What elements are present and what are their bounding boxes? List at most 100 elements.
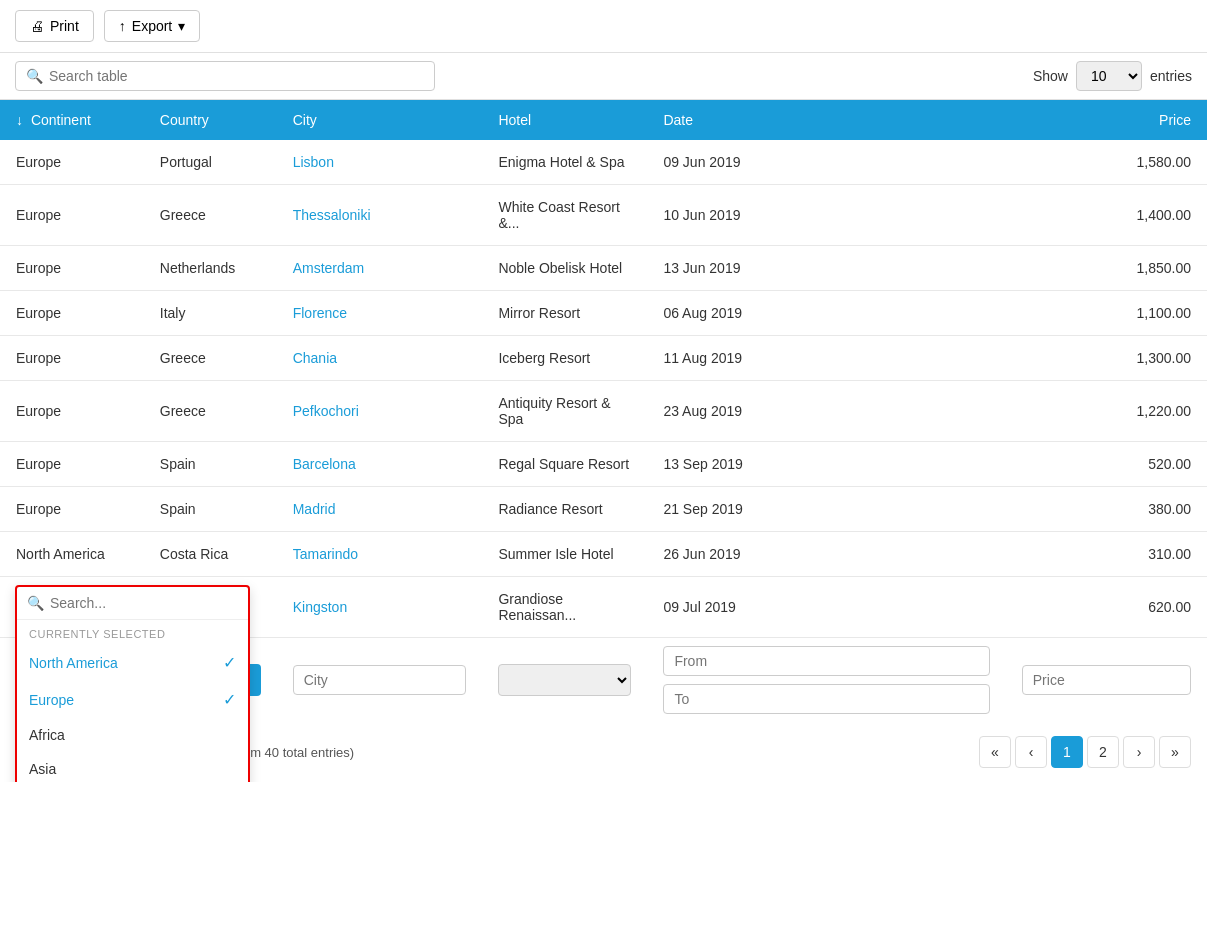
search-input[interactable] bbox=[49, 68, 424, 84]
cell-date: 21 Sep 2019 bbox=[647, 487, 1005, 532]
pagination-prev[interactable]: ‹ bbox=[1015, 736, 1047, 768]
continent-dropdown: 🔍 CURRENTLY SELECTED North America✓Europ… bbox=[15, 585, 250, 782]
entries-label: entries bbox=[1150, 68, 1192, 84]
cell-hotel: White Coast Resort &... bbox=[482, 185, 647, 246]
pagination-page-2[interactable]: 2 bbox=[1087, 736, 1119, 768]
cell-date: 23 Aug 2019 bbox=[647, 381, 1005, 442]
print-label: Print bbox=[50, 18, 79, 34]
cell-continent: Europe bbox=[0, 185, 144, 246]
dropdown-search-wrap: 🔍 bbox=[17, 587, 248, 620]
dropdown-search-icon: 🔍 bbox=[27, 595, 44, 611]
entries-per-page-select[interactable]: 10 25 50 100 bbox=[1076, 61, 1142, 91]
filter-city-cell bbox=[277, 638, 483, 723]
cell-hotel: Regal Square Resort bbox=[482, 442, 647, 487]
filter-price-cell bbox=[1006, 638, 1207, 723]
cell-continent: North America bbox=[0, 532, 144, 577]
cell-continent: Europe bbox=[0, 140, 144, 185]
pagination-first[interactable]: « bbox=[979, 736, 1011, 768]
date-from-input[interactable] bbox=[663, 646, 989, 676]
cell-city: Pefkochori bbox=[277, 381, 483, 442]
cell-price: 1,850.00 bbox=[1006, 246, 1207, 291]
table-row: Europe Portugal Lisbon Enigma Hotel & Sp… bbox=[0, 140, 1207, 185]
cell-city: Chania bbox=[277, 336, 483, 381]
cell-date: 13 Jun 2019 bbox=[647, 246, 1005, 291]
cell-date: 09 Jul 2019 bbox=[647, 577, 1005, 638]
header-continent[interactable]: ↓ Continent bbox=[0, 100, 144, 140]
header-city[interactable]: City bbox=[277, 100, 483, 140]
cell-country: Greece bbox=[144, 381, 277, 442]
cell-continent: Europe bbox=[0, 487, 144, 532]
export-dropdown-icon: ▾ bbox=[178, 18, 185, 34]
dropdown-item-label: Africa bbox=[29, 727, 65, 743]
pagination-next[interactable]: › bbox=[1123, 736, 1155, 768]
dropdown-search-input[interactable] bbox=[50, 595, 238, 611]
table-header-row: ↓ Continent Country City Hotel Date Pric… bbox=[0, 100, 1207, 140]
cell-price: 1,300.00 bbox=[1006, 336, 1207, 381]
cell-hotel: Iceberg Resort bbox=[482, 336, 647, 381]
table-row: Europe Netherlands Amsterdam Noble Obeli… bbox=[0, 246, 1207, 291]
cell-date: 06 Aug 2019 bbox=[647, 291, 1005, 336]
pagination: « ‹ 1 2 › » bbox=[979, 736, 1191, 768]
cell-country: Italy bbox=[144, 291, 277, 336]
dropdown-item[interactable]: Asia bbox=[17, 752, 248, 782]
cell-city: Barcelona bbox=[277, 442, 483, 487]
city-filter-input[interactable] bbox=[293, 665, 467, 695]
cell-date: 10 Jun 2019 bbox=[647, 185, 1005, 246]
table-row: Europe Greece Thessaloniki White Coast R… bbox=[0, 185, 1207, 246]
checkmark-icon: ✓ bbox=[223, 653, 236, 672]
cell-city: Thessaloniki bbox=[277, 185, 483, 246]
header-hotel[interactable]: Hotel bbox=[482, 100, 647, 140]
price-filter-input[interactable] bbox=[1022, 665, 1191, 695]
date-to-input[interactable] bbox=[663, 684, 989, 714]
cell-hotel: Summer Isle Hotel bbox=[482, 532, 647, 577]
cell-city: Tamarindo bbox=[277, 532, 483, 577]
table-row: Europe Greece Chania Iceberg Resort 11 A… bbox=[0, 336, 1207, 381]
cell-date: 13 Sep 2019 bbox=[647, 442, 1005, 487]
table-row: Europe Spain Madrid Radiance Resort 21 S… bbox=[0, 487, 1207, 532]
export-button[interactable]: ↑ Export ▾ bbox=[104, 10, 200, 42]
toolbar: 🖨 Print ↑ Export ▾ bbox=[0, 0, 1207, 53]
table-wrap: ↓ Continent Country City Hotel Date Pric… bbox=[0, 100, 1207, 722]
export-label: Export bbox=[132, 18, 172, 34]
dropdown-item-label: North America bbox=[29, 655, 118, 671]
cell-country: Spain bbox=[144, 487, 277, 532]
header-date[interactable]: Date bbox=[647, 100, 1005, 140]
cell-city: Kingston bbox=[277, 577, 483, 638]
hotel-filter-select[interactable] bbox=[498, 664, 631, 696]
cell-hotel: Radiance Resort bbox=[482, 487, 647, 532]
table-row: Europe Greece Pefkochori Antiquity Resor… bbox=[0, 381, 1207, 442]
cell-country: Costa Rica bbox=[144, 532, 277, 577]
table-row: Europe Italy Florence Mirror Resort 06 A… bbox=[0, 291, 1207, 336]
dropdown-item[interactable]: Europe✓ bbox=[17, 681, 248, 718]
cell-price: 1,400.00 bbox=[1006, 185, 1207, 246]
sort-icon: ↓ bbox=[16, 112, 23, 128]
search-bar: 🔍 Show 10 25 50 100 entries bbox=[0, 53, 1207, 100]
show-wrap: Show 10 25 50 100 entries bbox=[1033, 61, 1192, 91]
export-icon: ↑ bbox=[119, 18, 126, 34]
cell-price: 310.00 bbox=[1006, 532, 1207, 577]
pagination-page-1[interactable]: 1 bbox=[1051, 736, 1083, 768]
cell-city: Florence bbox=[277, 291, 483, 336]
cell-continent: Europe bbox=[0, 246, 144, 291]
dropdown-item-label: Asia bbox=[29, 761, 56, 777]
header-price[interactable]: Price bbox=[1006, 100, 1207, 140]
cell-date: 26 Jun 2019 bbox=[647, 532, 1005, 577]
cell-continent: Europe bbox=[0, 336, 144, 381]
cell-price: 380.00 bbox=[1006, 487, 1207, 532]
table-row: North America Costa Rica Tamarindo Summe… bbox=[0, 532, 1207, 577]
cell-price: 1,580.00 bbox=[1006, 140, 1207, 185]
print-button[interactable]: 🖨 Print bbox=[15, 10, 94, 42]
cell-price: 1,220.00 bbox=[1006, 381, 1207, 442]
header-country[interactable]: Country bbox=[144, 100, 277, 140]
cell-hotel: Antiquity Resort & Spa bbox=[482, 381, 647, 442]
show-label: Show bbox=[1033, 68, 1068, 84]
cell-price: 620.00 bbox=[1006, 577, 1207, 638]
cell-city: Lisbon bbox=[277, 140, 483, 185]
table-body: Europe Portugal Lisbon Enigma Hotel & Sp… bbox=[0, 140, 1207, 638]
dropdown-item[interactable]: North America ✓ bbox=[17, 644, 248, 681]
search-input-wrap[interactable]: 🔍 bbox=[15, 61, 435, 91]
cell-hotel: Enigma Hotel & Spa bbox=[482, 140, 647, 185]
dropdown-item[interactable]: Africa bbox=[17, 718, 248, 752]
pagination-last[interactable]: » bbox=[1159, 736, 1191, 768]
cell-country: Netherlands bbox=[144, 246, 277, 291]
